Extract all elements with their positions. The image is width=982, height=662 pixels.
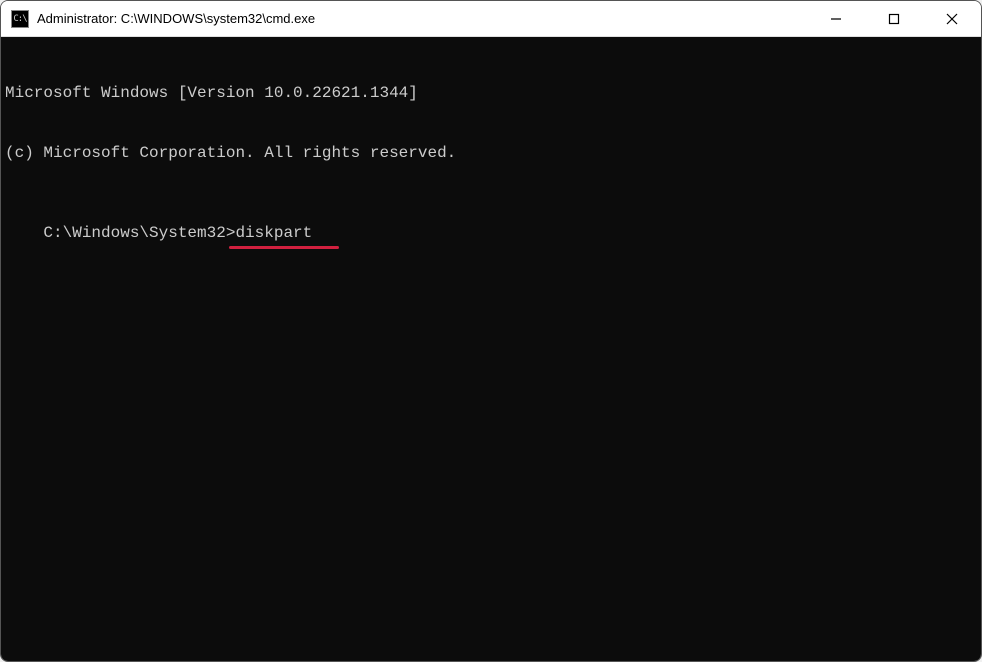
maximize-button[interactable] bbox=[865, 1, 923, 36]
terminal-output-line: Microsoft Windows [Version 10.0.22621.13… bbox=[5, 83, 977, 103]
window-controls bbox=[807, 1, 981, 36]
cmd-icon: C:\ bbox=[11, 10, 29, 28]
terminal-prompt: C:\Windows\System32> bbox=[43, 224, 235, 242]
titlebar[interactable]: C:\ Administrator: C:\WINDOWS\system32\c… bbox=[1, 1, 981, 37]
minimize-icon bbox=[830, 13, 842, 25]
terminal-output-line: (c) Microsoft Corporation. All rights re… bbox=[5, 143, 977, 163]
maximize-icon bbox=[888, 13, 900, 25]
close-button[interactable] bbox=[923, 1, 981, 36]
window-title: Administrator: C:\WINDOWS\system32\cmd.e… bbox=[37, 11, 315, 26]
terminal-command: diskpart bbox=[235, 224, 312, 242]
red-underline-annotation bbox=[229, 246, 339, 249]
terminal-prompt-line: C:\Windows\System32>diskpart bbox=[43, 223, 312, 243]
minimize-button[interactable] bbox=[807, 1, 865, 36]
close-icon bbox=[946, 13, 958, 25]
terminal-area[interactable]: Microsoft Windows [Version 10.0.22621.13… bbox=[1, 37, 981, 661]
cmd-window: C:\ Administrator: C:\WINDOWS\system32\c… bbox=[0, 0, 982, 662]
